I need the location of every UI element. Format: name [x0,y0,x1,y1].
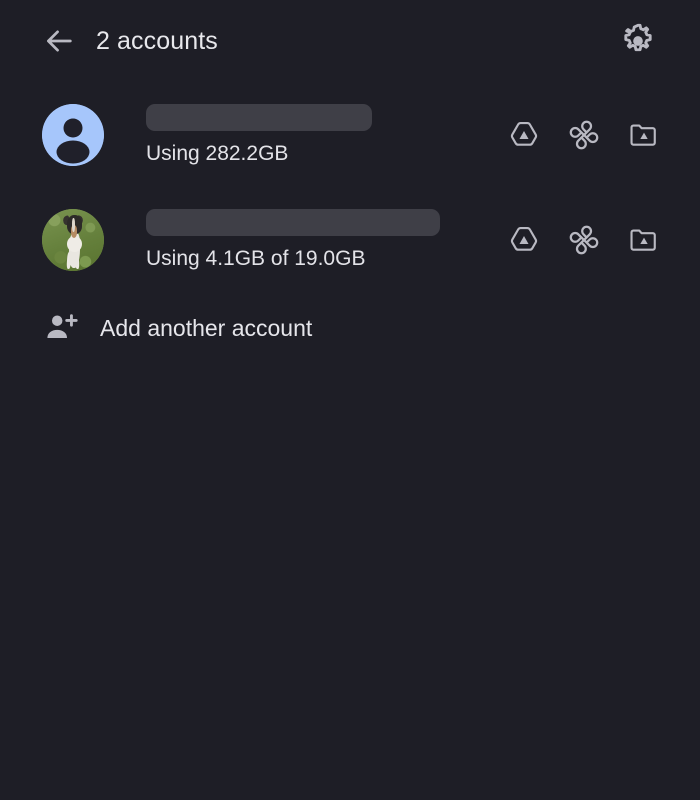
drive-icon-button[interactable] [506,222,542,258]
photos-icon-button[interactable] [566,117,602,153]
drive-folder-icon-button[interactable] [626,222,662,258]
default-person-avatar-icon [42,103,104,166]
avatar[interactable] [42,103,104,166]
account-info: Using 4.1GB of 19.0GB [146,208,506,271]
account-row[interactable]: Using 4.1GB of 19.0GB [0,187,700,292]
avatar[interactable] [42,208,104,271]
drive-folder-icon [630,228,656,251]
account-name-redacted [146,103,372,131]
settings-button[interactable] [616,19,660,63]
back-button[interactable] [40,22,78,60]
account-usage-text: Using 4.1GB of 19.0GB [146,246,366,270]
avatar-dog-blaze [72,218,76,233]
drive-folder-icon-button[interactable] [626,117,662,153]
drive-icon-button[interactable] [506,117,542,153]
account-usage-text: Using 282.2GB [146,141,289,165]
person-add-icon-wrapper [40,307,82,349]
drive-icon [510,121,538,146]
app-header: 2 accounts [0,0,700,82]
photos-icon-button[interactable] [566,222,602,258]
add-another-account-label: Add another account [100,314,313,341]
drive-folder-icon [630,123,656,146]
back-arrow-icon [47,30,72,52]
service-icons [506,117,662,153]
account-list: Using 282.2GB Using 4.1GB of 19.0GB [0,82,700,292]
account-info: Using 282.2GB [146,103,506,166]
photo-avatar-dog [42,208,104,271]
page-title: 2 accounts [96,26,218,55]
photos-icon [569,225,599,254]
avatar-dog-chest [66,235,82,252]
photos-icon [569,120,599,149]
gear-icon [624,23,652,52]
account-row[interactable]: Using 282.2GB [0,82,700,187]
accounts-screen: 2 accounts Using 282.2GB Using 4.1GB of … [0,0,700,800]
service-icons [506,222,662,258]
drive-icon [510,226,538,251]
person-add-icon [47,314,78,338]
add-another-account-button[interactable]: Add another account [0,296,700,360]
account-name-redacted [146,208,440,236]
